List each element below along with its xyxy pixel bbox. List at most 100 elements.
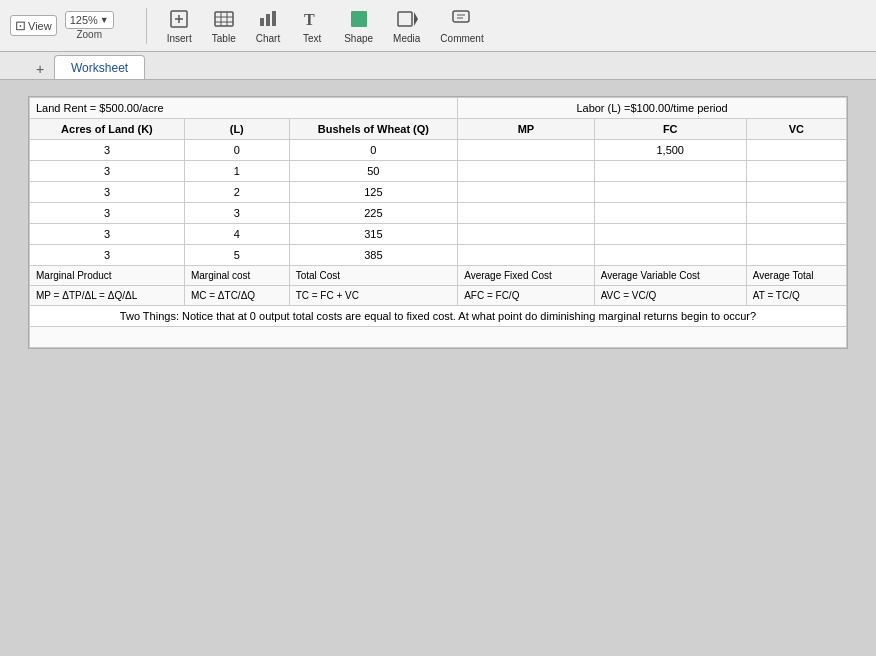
cell-q-5[interactable]: 385 — [289, 245, 458, 266]
insert-button[interactable]: Insert — [159, 3, 200, 48]
cell-fc-4[interactable] — [594, 224, 746, 245]
chart-button[interactable]: Chart — [248, 3, 288, 48]
cell-l-2[interactable]: 2 — [184, 182, 289, 203]
formula-header-5: Average Total — [746, 266, 846, 286]
cell-vc-5[interactable] — [746, 245, 846, 266]
cell-q-4[interactable]: 315 — [289, 224, 458, 245]
formula-header-3: Average Fixed Cost — [458, 266, 595, 286]
data-row-0: 3 0 0 1,500 — [30, 140, 847, 161]
cell-vc-2[interactable] — [746, 182, 846, 203]
col-header-row: Acres of Land (K) (L) Bushels of Wheat (… — [30, 119, 847, 140]
data-row-2: 3 2 125 — [30, 182, 847, 203]
col-header-vc: VC — [746, 119, 846, 140]
cell-fc-1[interactable] — [594, 161, 746, 182]
cell-mp-4[interactable] — [458, 224, 595, 245]
insert-icon — [167, 7, 191, 31]
table-header-row: Land Rent = $500.00/acre Labor (L) =$100… — [30, 98, 847, 119]
toolbar-divider-1 — [146, 8, 147, 44]
content-area: Land Rent = $500.00/acre Labor (L) =$100… — [0, 80, 876, 656]
cell-k-0[interactable]: 3 — [30, 140, 185, 161]
cell-q-1[interactable]: 50 — [289, 161, 458, 182]
labor-label: Labor (L) =$100.00/time period — [458, 98, 847, 119]
cell-q-2[interactable]: 125 — [289, 182, 458, 203]
cell-vc-3[interactable] — [746, 203, 846, 224]
formula-value-3: AFC = FC/Q — [458, 286, 595, 306]
table-label: Table — [212, 33, 236, 44]
view-group: ⊡ View — [10, 15, 57, 36]
svg-rect-3 — [215, 12, 233, 26]
cell-fc-2[interactable] — [594, 182, 746, 203]
data-row-1: 3 1 50 — [30, 161, 847, 182]
table-icon — [212, 7, 236, 31]
spreadsheet: Land Rent = $500.00/acre Labor (L) =$100… — [28, 96, 848, 349]
table-button[interactable]: Table — [204, 3, 244, 48]
text-icon: T — [300, 7, 324, 31]
media-button[interactable]: Media — [385, 3, 428, 48]
cell-mp-5[interactable] — [458, 245, 595, 266]
svg-rect-13 — [398, 12, 412, 26]
tabbar: + Worksheet — [0, 52, 876, 80]
insert-label: Insert — [167, 33, 192, 44]
formula-header-row: Marginal Product Marginal cost Total Cos… — [30, 266, 847, 286]
cell-mp-0[interactable] — [458, 140, 595, 161]
col-header-mp: MP — [458, 119, 595, 140]
cell-k-5[interactable]: 3 — [30, 245, 185, 266]
zoom-label: Zoom — [76, 29, 102, 40]
worksheet-tab-label: Worksheet — [71, 61, 128, 75]
cell-l-4[interactable]: 4 — [184, 224, 289, 245]
cell-fc-5[interactable] — [594, 245, 746, 266]
formula-value-0: MP = ΔTP/ΔL = ΔQ/ΔL — [30, 286, 185, 306]
cell-l-0[interactable]: 0 — [184, 140, 289, 161]
formula-header-2: Total Cost — [289, 266, 458, 286]
comment-button[interactable]: Comment — [432, 3, 491, 48]
media-label: Media — [393, 33, 420, 44]
cell-k-2[interactable]: 3 — [30, 182, 185, 203]
zoom-value: 125% — [70, 14, 98, 26]
add-sheet-button[interactable]: + — [30, 59, 50, 79]
cell-vc-4[interactable] — [746, 224, 846, 245]
formula-value-5: AT = TC/Q — [746, 286, 846, 306]
cell-l-5[interactable]: 5 — [184, 245, 289, 266]
svg-marker-14 — [414, 12, 418, 26]
media-icon — [395, 7, 419, 31]
view-select[interactable]: ⊡ View — [10, 15, 57, 36]
view-label: View — [28, 20, 52, 32]
zoom-select[interactable]: 125% ▼ — [65, 11, 114, 29]
notes-text: Two Things: Notice that at 0 output tota… — [30, 306, 847, 327]
col-header-l: (L) — [184, 119, 289, 140]
cell-l-1[interactable]: 1 — [184, 161, 289, 182]
formula-value-1: MC = ΔTC/ΔQ — [184, 286, 289, 306]
cell-mp-3[interactable] — [458, 203, 595, 224]
shape-button[interactable]: Shape — [336, 3, 381, 48]
cell-q-3[interactable]: 225 — [289, 203, 458, 224]
worksheet-tab[interactable]: Worksheet — [54, 55, 145, 79]
svg-text:T: T — [304, 11, 315, 28]
toolbar-left: ⊡ View 125% ▼ Zoom — [10, 11, 114, 40]
cell-k-4[interactable]: 3 — [30, 224, 185, 245]
data-row-5: 3 5 385 — [30, 245, 847, 266]
cell-vc-0[interactable] — [746, 140, 846, 161]
cell-mp-2[interactable] — [458, 182, 595, 203]
cell-fc-0[interactable]: 1,500 — [594, 140, 746, 161]
svg-rect-8 — [260, 18, 264, 26]
cell-vc-1[interactable] — [746, 161, 846, 182]
svg-rect-15 — [453, 11, 469, 22]
chevron-down-icon: ▼ — [100, 15, 109, 25]
data-row-3: 3 3 225 — [30, 203, 847, 224]
col-header-q: Bushels of Wheat (Q) — [289, 119, 458, 140]
cell-k-1[interactable]: 3 — [30, 161, 185, 182]
cell-k-3[interactable]: 3 — [30, 203, 185, 224]
formula-value-2: TC = FC + VC — [289, 286, 458, 306]
zoom-group: 125% ▼ Zoom — [65, 11, 114, 40]
shape-icon — [347, 7, 371, 31]
cell-mp-1[interactable] — [458, 161, 595, 182]
cell-l-3[interactable]: 3 — [184, 203, 289, 224]
land-rent-label: Land Rent = $500.00/acre — [30, 98, 458, 119]
cell-fc-3[interactable] — [594, 203, 746, 224]
cell-q-0[interactable]: 0 — [289, 140, 458, 161]
formula-value-4: AVC = VC/Q — [594, 286, 746, 306]
data-table: Land Rent = $500.00/acre Labor (L) =$100… — [29, 97, 847, 348]
empty-row — [30, 327, 847, 348]
svg-rect-10 — [272, 11, 276, 26]
text-button[interactable]: T Text — [292, 3, 332, 48]
